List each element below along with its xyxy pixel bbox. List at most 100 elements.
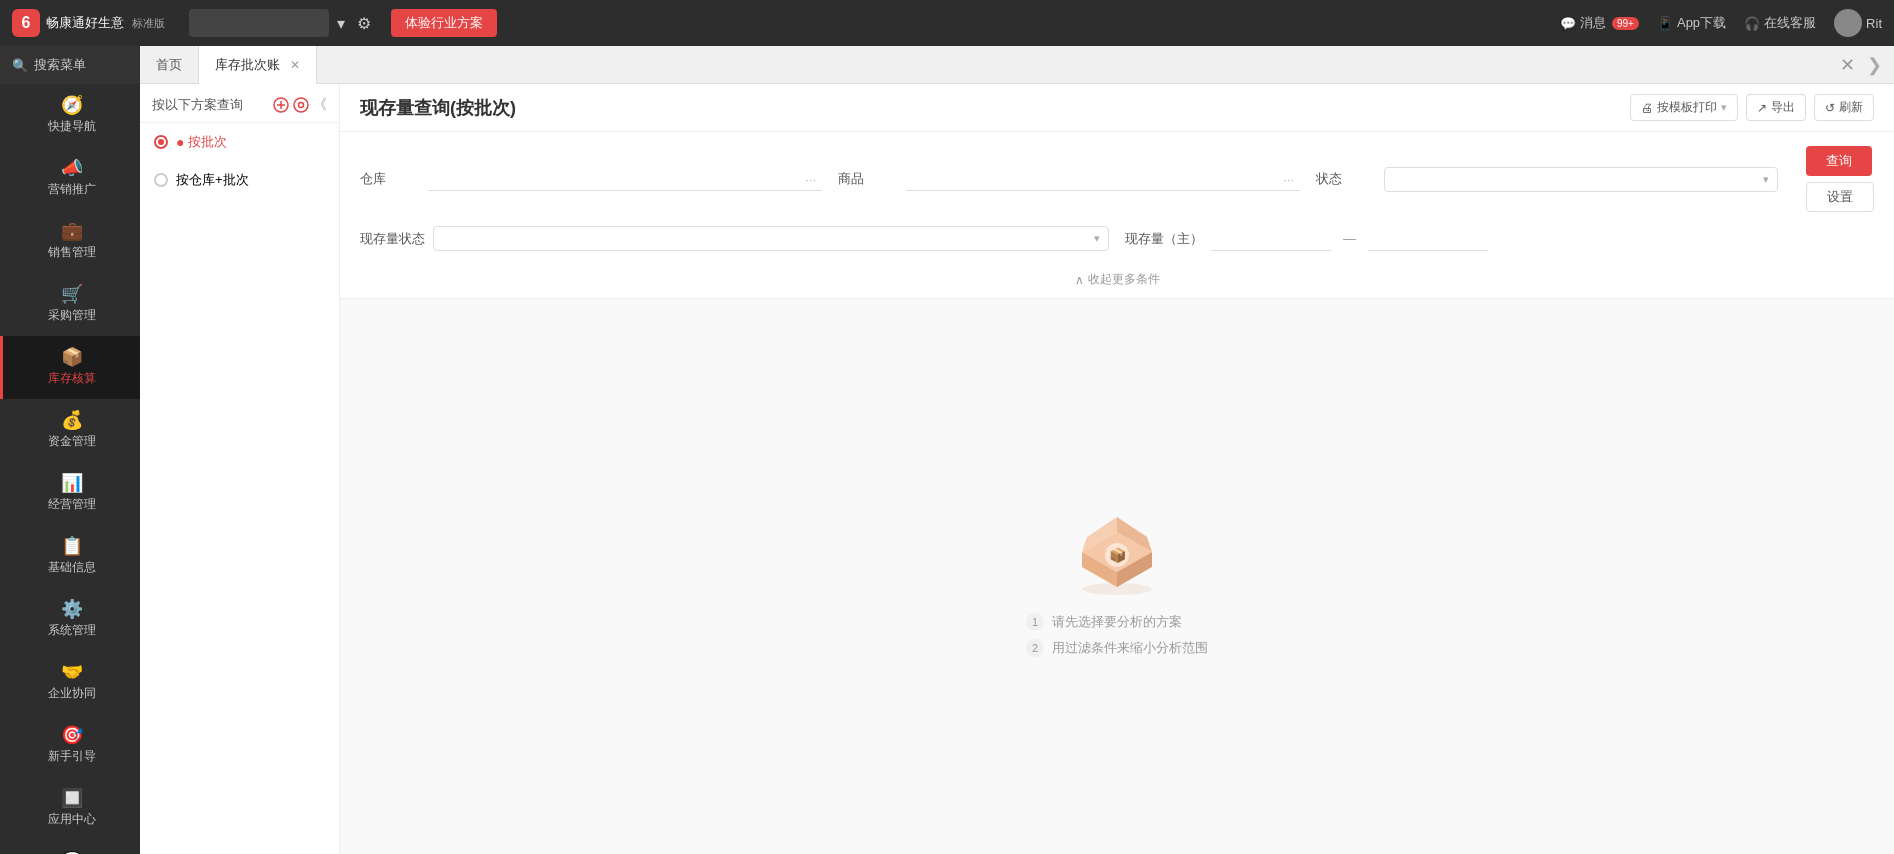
filter-status: 状态 ▾ [1316, 167, 1778, 192]
sidebar-item-system[interactable]: ⚙️ 系统管理 [0, 588, 140, 651]
collapse-panel-btn[interactable]: 《 [313, 96, 327, 114]
stock-status-label: 现存量状态 [360, 230, 425, 248]
main-layout: 🔍 搜索菜单 🧭 快捷导航 📣 营销推广 💼 销售管理 🛒 采购管理 📦 库存核… [0, 46, 1894, 854]
header-right: 💬 消息 99+ 📱 App下载 🎧 在线客服 Rit [1560, 9, 1882, 37]
add-scheme-btn[interactable] [273, 97, 289, 113]
nav-input[interactable] [189, 9, 329, 37]
company-name: 畅康通好生意 [46, 14, 124, 32]
sidebar-item-inventory[interactable]: 📦 库存核算 [0, 336, 140, 399]
user-name: Rit [1866, 16, 1882, 31]
svg-point-4 [299, 103, 304, 108]
stock-qty-from-input[interactable] [1211, 227, 1331, 251]
tip-text-2: 用过滤条件来缩小分析范围 [1052, 639, 1208, 657]
purchase-icon: 🛒 [61, 285, 83, 303]
sidebar-item-operations[interactable]: 📊 经营管理 [0, 462, 140, 525]
main-content-area: 📦 1 请先选择要分析的方案 2 用过滤条件来缩小分析范围 [340, 299, 1894, 854]
page-title-bar: 现存量查询(按批次) 🖨 按模板打印 ▾ ↗ 导出 ↺ [340, 84, 1894, 132]
inventory-icon: 📦 [61, 348, 83, 366]
refresh-icon: ↺ [1825, 101, 1835, 115]
content-area: 首页 库存批次账 ✕ ✕ ❯ 按以下方案查询 [140, 46, 1894, 854]
sidebar-item-quick-nav[interactable]: 🧭 快捷导航 [0, 84, 140, 147]
app-download-action[interactable]: 📱 App下载 [1657, 14, 1726, 32]
tab-bar-more-btn[interactable]: ❯ [1863, 50, 1886, 80]
tab-home[interactable]: 首页 [140, 46, 199, 84]
collapse-row[interactable]: ∧ 收起更多条件 [360, 265, 1874, 298]
filter-panel-header: 按以下方案查询 [140, 84, 339, 123]
sidebar-item-newbie[interactable]: 🎯 新手引导 [0, 714, 140, 777]
sidebar-item-enterprise[interactable]: 🤝 企业协同 [0, 651, 140, 714]
export-btn[interactable]: ↗ 导出 [1746, 94, 1806, 121]
stock-status-arrow: ▾ [1094, 232, 1100, 245]
right-panel: 现存量查询(按批次) 🖨 按模板打印 ▾ ↗ 导出 ↺ [340, 84, 1894, 854]
inventory-label: 库存核算 [48, 370, 96, 387]
sidebar-item-wechat[interactable]: 💬 企业微信 [0, 840, 140, 854]
scheme-item-by-batch[interactable]: ● 按批次 [140, 123, 339, 161]
header-left: 6 畅康通好生意 标准版 ▾ ⚙ 体验行业方案 [12, 9, 1560, 37]
empty-icon: 📦 [1057, 497, 1177, 597]
warehouse-more-icon: ··· [805, 172, 816, 187]
sidebar-item-marketing[interactable]: 📣 营销推广 [0, 147, 140, 210]
user-area[interactable]: Rit [1834, 9, 1882, 37]
empty-tips: 1 请先选择要分析的方案 2 用过滤条件来缩小分析范围 [1026, 613, 1208, 657]
top-header: 6 畅康通好生意 标准版 ▾ ⚙ 体验行业方案 💬 消息 99+ 📱 App下载… [0, 0, 1894, 46]
logo-icon: 6 [12, 9, 40, 37]
finance-label: 资金管理 [48, 433, 96, 450]
filter-panel-actions: 《 [273, 96, 327, 114]
tab-bar: 首页 库存批次账 ✕ ✕ ❯ [140, 46, 1894, 84]
settings-button[interactable]: 设置 [1806, 182, 1874, 212]
refresh-btn[interactable]: ↺ 刷新 [1814, 94, 1874, 121]
manage-schemes-btn[interactable] [293, 97, 309, 113]
page-title: 现存量查询(按批次) [360, 96, 516, 120]
empty-state: 📦 1 请先选择要分析的方案 2 用过滤条件来缩小分析范围 [1026, 497, 1208, 657]
status-label: 状态 [1316, 170, 1376, 188]
query-button[interactable]: 查询 [1806, 146, 1872, 176]
marketing-icon: 📣 [61, 159, 83, 177]
tab-home-label: 首页 [156, 56, 182, 74]
tab-inventory-batch[interactable]: 库存批次账 ✕ [199, 46, 317, 84]
purchase-label: 采购管理 [48, 307, 96, 324]
product-input[interactable] [906, 167, 1300, 191]
product-input-wrapper: ··· [906, 167, 1300, 191]
sidebar-item-purchase[interactable]: 🛒 采购管理 [0, 273, 140, 336]
tab-close-icon[interactable]: ✕ [290, 58, 300, 72]
status-arrow-icon: ▾ [1763, 173, 1769, 186]
scheme-item-by-warehouse-batch[interactable]: 按仓库+批次 [140, 161, 339, 199]
header-nav-group: ▾ ⚙ [189, 9, 375, 37]
stock-status-dropdown[interactable]: ▾ [433, 226, 1109, 251]
sidebar-item-basics[interactable]: 📋 基础信息 [0, 525, 140, 588]
logo-area: 6 畅康通好生意 标准版 [12, 9, 165, 37]
print-dropdown-icon: ▾ [1721, 101, 1727, 114]
quick-nav-label: 快捷导航 [48, 118, 96, 135]
nav-dropdown-btn[interactable]: ▾ [333, 10, 349, 37]
newbie-label: 新手引导 [48, 748, 96, 765]
title-bar-actions: 🖨 按模板打印 ▾ ↗ 导出 ↺ 刷新 [1630, 94, 1874, 121]
warehouse-input[interactable] [428, 167, 822, 191]
sidebar-item-finance[interactable]: 💰 资金管理 [0, 399, 140, 462]
print-template-btn[interactable]: 🖨 按模板打印 ▾ [1630, 94, 1738, 121]
warehouse-label: 仓库 [360, 170, 420, 188]
sidebar: 🔍 搜索菜单 🧭 快捷导航 📣 营销推广 💼 销售管理 🛒 采购管理 📦 库存核… [0, 46, 140, 854]
sidebar-item-sales[interactable]: 💼 销售管理 [0, 210, 140, 273]
tab-bar-close-btn[interactable]: ✕ [1832, 54, 1863, 76]
tab-bar-right: ✕ ❯ [1832, 50, 1894, 80]
scheme-by-warehouse-batch-label: 按仓库+批次 [176, 171, 249, 189]
tip-num-1: 1 [1026, 613, 1044, 631]
product-label: 商品 [838, 170, 898, 188]
messages-action[interactable]: 💬 消息 99+ [1560, 14, 1639, 32]
stock-qty-to-input[interactable] [1368, 227, 1488, 251]
operations-label: 经营管理 [48, 496, 96, 513]
settings-circle-icon [293, 97, 309, 113]
filter-stock-status: 现存量状态 ▾ [360, 226, 1109, 251]
message-icon: 💬 [1560, 16, 1576, 31]
filter-row-2: 现存量状态 ▾ 现存量（主） — [360, 226, 1874, 251]
online-service-action[interactable]: 🎧 在线客服 [1744, 14, 1816, 32]
warehouse-input-wrapper: ··· [428, 167, 822, 191]
sidebar-item-apps[interactable]: 🔲 应用中心 [0, 777, 140, 840]
apps-icon: 🔲 [61, 789, 83, 807]
quick-nav-icon: 🧭 [61, 96, 83, 114]
search-label: 搜索菜单 [34, 56, 86, 74]
status-dropdown[interactable]: ▾ [1384, 167, 1778, 192]
sidebar-search[interactable]: 🔍 搜索菜单 [0, 46, 140, 84]
experience-btn[interactable]: 体验行业方案 [391, 9, 497, 37]
nav-settings-btn[interactable]: ⚙ [353, 10, 375, 37]
